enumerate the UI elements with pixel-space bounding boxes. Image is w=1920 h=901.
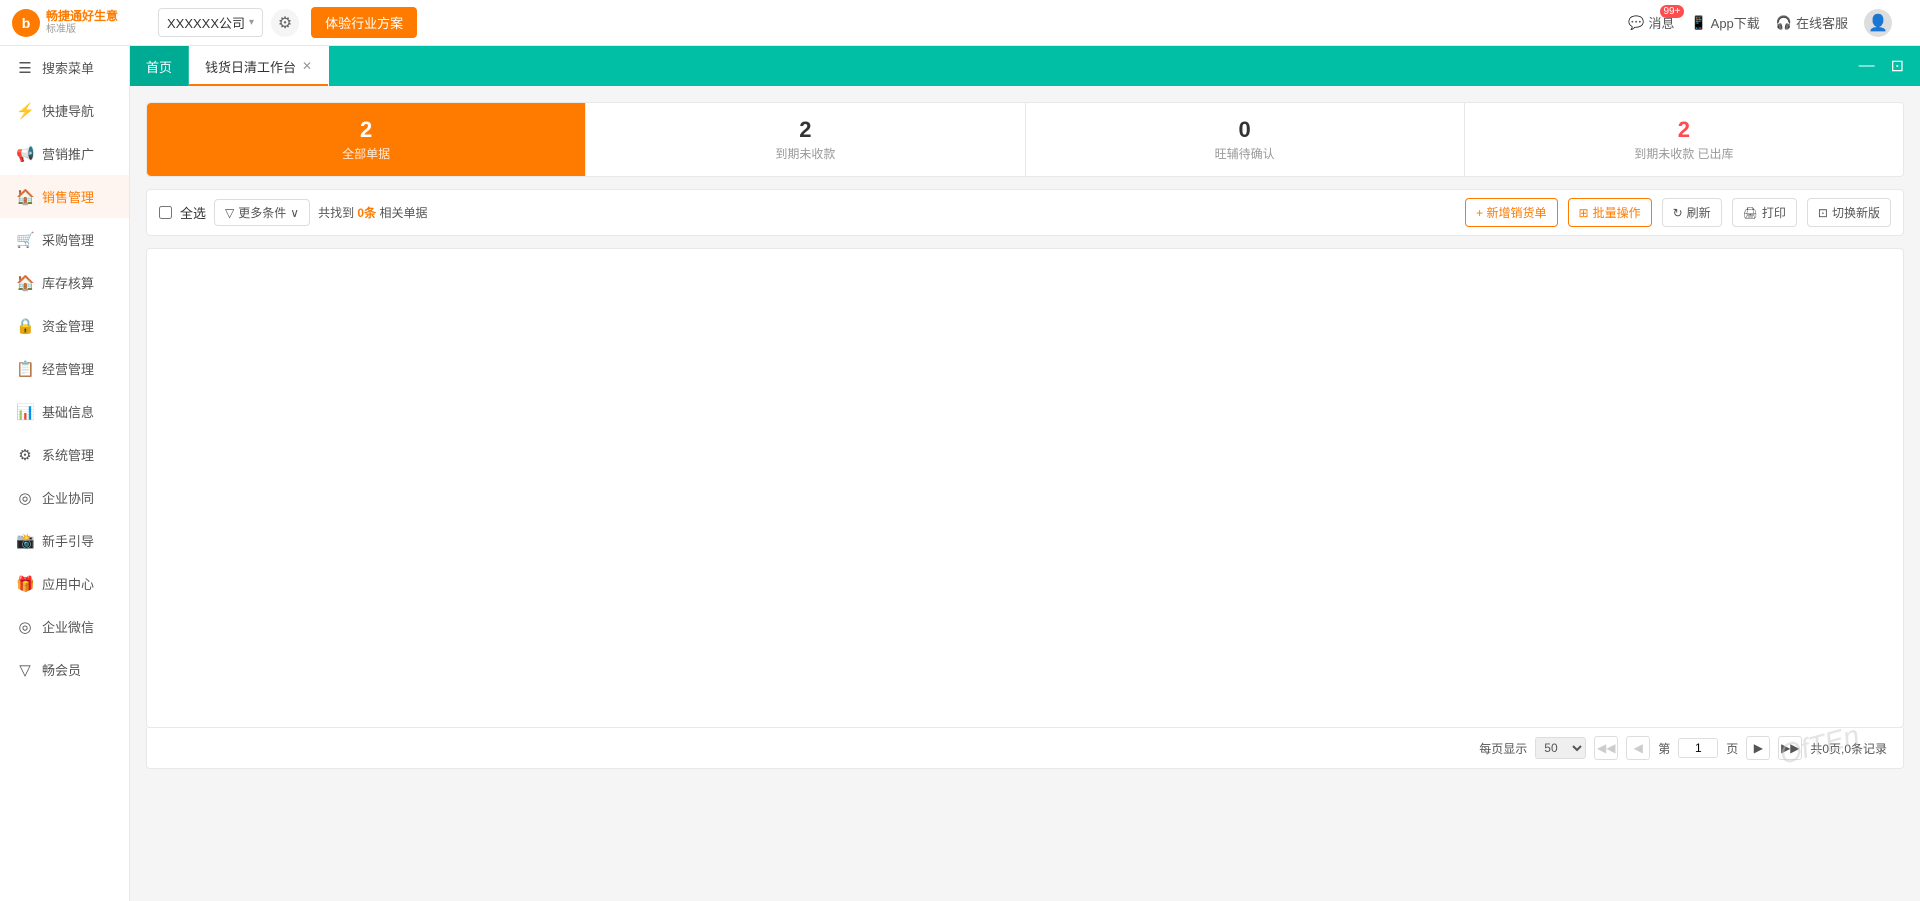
tab-expand-button[interactable]: ⊡	[1887, 52, 1908, 80]
finance-icon: 🔒	[16, 317, 34, 335]
stat-card-shipped[interactable]: 2 到期未收款 已出库	[1465, 103, 1903, 176]
table-area	[146, 248, 1904, 728]
avatar[interactable]: 👤	[1864, 9, 1892, 37]
tutorial-icon: 📸	[16, 532, 34, 550]
system-icon: ⚙	[16, 446, 34, 464]
chevron-down-icon: ∨	[290, 206, 299, 220]
found-count: 0条	[357, 206, 376, 220]
company-selector[interactable]: XXXXXX公司 ▾	[158, 8, 263, 37]
sidebar: ☰ 搜索菜单 ⚡ 快捷导航 📢 营销推广 🏠 销售管理 🛒 采购管理 🏠 库存核…	[0, 46, 130, 901]
sidebar-item-enterprise-wechat[interactable]: ◎ 企业微信	[0, 605, 129, 648]
sidebar-item-system[interactable]: ⚙ 系统管理	[0, 433, 129, 476]
last-page-button[interactable]: ▶▶	[1778, 736, 1802, 760]
print-button[interactable]: 🖨 打印	[1732, 198, 1797, 227]
new-sale-button[interactable]: + 新增销货单	[1465, 198, 1557, 227]
inventory-icon: 🏠	[16, 274, 34, 292]
sidebar-item-finance[interactable]: 🔒 资金管理	[0, 304, 129, 347]
sidebar-item-search-menu[interactable]: ☰ 搜索菜单	[0, 46, 129, 89]
sidebar-item-app-center[interactable]: 🎁 应用中心	[0, 562, 129, 605]
app-center-icon: 🎁	[16, 575, 34, 593]
refresh-button[interactable]: ↻ 刷新	[1662, 198, 1722, 227]
download-icon: 📱	[1690, 15, 1706, 31]
user-icon: 👤	[1868, 13, 1888, 33]
try-industry-button[interactable]: 体验行业方案	[311, 7, 417, 38]
select-all-label: 全选	[180, 203, 206, 222]
total-records: 共0页,0条记录	[1810, 740, 1887, 757]
page-suffix: 页	[1726, 740, 1738, 757]
refresh-icon: ↻	[1673, 206, 1683, 220]
next-page-button[interactable]: ▶	[1746, 736, 1770, 760]
top-header: b 畅捷通好生意 标准版 XXXXXX公司 ▾ ⚙ 体验行业方案 💬 消息 99…	[0, 0, 1920, 46]
page-number-input[interactable]	[1678, 738, 1718, 758]
switch-icon: ⊡	[1818, 206, 1828, 220]
sidebar-item-member[interactable]: ▽ 畅会员	[0, 648, 129, 691]
sidebar-item-cooperation[interactable]: ◎ 企业协同	[0, 476, 129, 519]
sidebar-item-tutorial[interactable]: 📸 新手引导	[0, 519, 129, 562]
select-all-checkbox[interactable]	[159, 206, 172, 219]
sidebar-item-management[interactable]: 📋 经营管理	[0, 347, 129, 390]
batch-icon: ⊞	[1579, 206, 1589, 220]
stat-card-all[interactable]: 2 全部单据	[147, 103, 586, 176]
message-badge: 99+	[1660, 5, 1685, 18]
tab-close-icon[interactable]: ✕	[302, 59, 312, 73]
more-filters-button[interactable]: ▽ 更多条件 ∨	[214, 199, 310, 226]
main-content: 2 全部单据 2 到期未收款 0 旺辅待确认 2 到期未收款 已出库 全选 ▽ …	[130, 86, 1920, 901]
tab-cashflow-workbench[interactable]: 钱货日清工作台 ✕	[189, 46, 329, 86]
header-right: 💬 消息 99+ 📱 App下载 🎧 在线客服 👤	[1628, 9, 1908, 37]
logo-text: 畅捷通好生意 标准版	[46, 9, 118, 35]
sidebar-item-sales[interactable]: 🏠 销售管理	[0, 175, 129, 218]
page-label: 第	[1658, 740, 1670, 757]
search-icon: ☰	[16, 59, 34, 77]
sidebar-item-marketing[interactable]: 📢 营销推广	[0, 132, 129, 175]
logo-icon: b	[12, 9, 40, 37]
tab-home[interactable]: 首页	[130, 46, 189, 86]
switch-version-button[interactable]: ⊡ 切换新版	[1807, 198, 1891, 227]
sidebar-item-quick-nav[interactable]: ⚡ 快捷导航	[0, 89, 129, 132]
found-text: 共找到 0条 相关单据	[318, 204, 427, 221]
flash-icon: ⚡	[16, 102, 34, 120]
service-icon: 🎧	[1776, 15, 1792, 31]
pagination: 每页显示 50 100 200 ◀◀ ◀ 第 页 ▶ ▶▶ 共0页,0条记录	[146, 728, 1904, 769]
nav-tab-actions: — ⊡	[1843, 46, 1920, 86]
settings-icon[interactable]: ⚙	[271, 9, 299, 37]
wechat-icon: ◎	[16, 618, 34, 636]
stat-cards: 2 全部单据 2 到期未收款 0 旺辅待确认 2 到期未收款 已出库	[146, 102, 1904, 177]
print-icon: 🖨	[1743, 206, 1758, 220]
first-page-button[interactable]: ◀◀	[1594, 736, 1618, 760]
marketing-icon: 📢	[16, 145, 34, 163]
message-icon: 💬	[1628, 15, 1644, 31]
per-page-select[interactable]: 50 100 200	[1535, 737, 1586, 759]
stat-card-pending[interactable]: 0 旺辅待确认	[1026, 103, 1465, 176]
online-service-button[interactable]: 🎧 在线客服	[1776, 13, 1848, 32]
per-page-label: 每页显示	[1479, 740, 1527, 757]
management-icon: 📋	[16, 360, 34, 378]
member-icon: ▽	[16, 661, 34, 679]
sidebar-item-basic-info[interactable]: 📊 基础信息	[0, 390, 129, 433]
stat-card-overdue[interactable]: 2 到期未收款	[586, 103, 1025, 176]
toolbar: 全选 ▽ 更多条件 ∨ 共找到 0条 相关单据 + 新增销货单 ⊞ 批量操作 ↻…	[146, 189, 1904, 236]
filter-icon: ▽	[225, 206, 234, 220]
cooperation-icon: ◎	[16, 489, 34, 507]
tab-minimize-button[interactable]: —	[1855, 53, 1879, 79]
logo-area: b 畅捷通好生意 标准版	[12, 9, 142, 37]
prev-page-button[interactable]: ◀	[1626, 736, 1650, 760]
app-download-button[interactable]: 📱 App下载	[1690, 13, 1759, 32]
sidebar-item-inventory[interactable]: 🏠 库存核算	[0, 261, 129, 304]
batch-operation-button[interactable]: ⊞ 批量操作	[1568, 198, 1652, 227]
purchase-icon: 🛒	[16, 231, 34, 249]
toolbar-left: 全选 ▽ 更多条件 ∨ 共找到 0条 相关单据	[159, 199, 1457, 226]
basic-info-icon: 📊	[16, 403, 34, 421]
messages-button[interactable]: 💬 消息 99+	[1628, 13, 1674, 32]
chevron-down-icon: ▾	[249, 17, 254, 28]
nav-tabs: 首页 钱货日清工作台 ✕ — ⊡	[130, 46, 1920, 86]
sales-icon: 🏠	[16, 188, 34, 206]
toolbar-right: + 新增销货单 ⊞ 批量操作 ↻ 刷新 🖨 打印 ⊡ 切换新版	[1465, 198, 1891, 227]
sidebar-item-purchase[interactable]: 🛒 采购管理	[0, 218, 129, 261]
